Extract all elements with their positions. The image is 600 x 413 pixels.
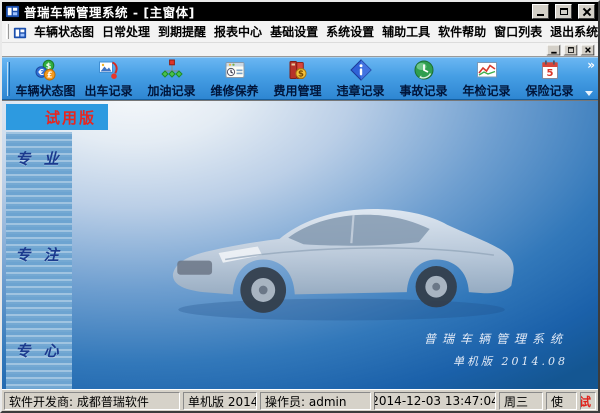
maximize-icon	[560, 8, 568, 15]
status-developer: 软件开发商: 成都普瑞软件	[4, 392, 180, 410]
status-datetime: 2014-12-03 13:47:04	[374, 392, 496, 410]
tool-label: 年检记录	[462, 82, 510, 99]
app-logo-icon	[5, 4, 20, 19]
tool-accident-record[interactable]: 事故记录	[392, 59, 455, 99]
tool-label: 费用管理	[273, 82, 321, 99]
status-bar: 软件开发商: 成都普瑞软件 单机版 2014.08 操作员: admin 201…	[2, 389, 598, 411]
mdi-restore-icon	[568, 47, 574, 53]
tool-label: 维修保养	[210, 82, 258, 99]
tool-expense-management[interactable]: $ 费用管理	[266, 59, 329, 99]
close-icon	[583, 8, 591, 16]
svg-text:$: $	[45, 61, 51, 70]
svg-text:€: €	[37, 67, 44, 76]
status-trial: 试	[580, 392, 596, 410]
calendar-icon: 5	[539, 59, 561, 81]
slogan-professional: 专 业	[6, 148, 72, 169]
watermark-text: 普瑞车辆管理系统 单机版 2014.08	[424, 330, 568, 369]
menu-app-logo-icon	[13, 25, 27, 39]
tool-label: 事故记录	[399, 82, 447, 99]
line-chart-icon	[476, 59, 498, 81]
menubar-grip[interactable]	[6, 24, 9, 39]
tool-label: 加油记录	[147, 82, 195, 99]
tool-label: 违章记录	[336, 82, 384, 99]
status-edition: 单机版 2014.08	[183, 392, 257, 410]
toolbar-grip[interactable]	[7, 62, 10, 96]
tool-label: 出车记录	[84, 82, 132, 99]
menu-exit-system[interactable]: 退出系统	[546, 21, 600, 42]
coins-icon: $€£	[35, 59, 57, 81]
toolbar-dropdown-arrow-icon[interactable]	[585, 91, 593, 96]
globe-clock-icon	[413, 59, 435, 81]
toolbar: $€£ 车辆状态图 出车记录 加油记录 维修保养 $ 费用管理 违章记录 事故记…	[2, 57, 598, 100]
mdi-minimize-icon	[551, 51, 556, 53]
toolbar-overflow-chevron[interactable]: »	[587, 59, 595, 71]
mdi-minimize-button[interactable]	[547, 44, 561, 55]
mdi-button-strip	[2, 43, 598, 57]
trial-version-badge: 试用版	[6, 104, 108, 130]
menu-system-settings[interactable]: 系统设置	[322, 21, 378, 42]
mdi-restore-button[interactable]	[564, 44, 578, 55]
app-window: 普瑞车辆管理系统 - [主窗体] 车辆状态图 日常处理 到期提醒 报表中心 基础…	[0, 0, 600, 413]
car-image	[162, 179, 532, 331]
flowchart-icon	[161, 59, 183, 81]
slogan-focused: 专 注	[6, 244, 72, 265]
svg-text:$: $	[298, 69, 304, 79]
close-button[interactable]	[578, 4, 595, 19]
watermark-line1: 普瑞车辆管理系统	[424, 330, 568, 347]
status-operator: 操作员: admin	[260, 392, 371, 410]
status-weekday: 周三	[499, 392, 543, 410]
tool-vehicle-status[interactable]: $€£ 车辆状态图	[14, 59, 77, 99]
status-extra: 使	[546, 392, 577, 410]
mdi-close-button[interactable]	[581, 44, 595, 55]
window-title: 普瑞车辆管理系统 - [主窗体]	[24, 2, 526, 21]
tool-refuel-record[interactable]: 加油记录	[140, 59, 203, 99]
slogan-dedicated: 专 心	[6, 340, 72, 361]
minimize-button[interactable]	[532, 4, 549, 19]
tool-label: 车辆状态图	[15, 82, 75, 99]
svg-text:£: £	[46, 70, 52, 79]
tool-insurance-record[interactable]: 5 保险记录	[518, 59, 581, 99]
minimize-icon	[537, 14, 544, 16]
menu-vehicle-status[interactable]: 车辆状态图	[30, 21, 98, 42]
tool-maintenance[interactable]: 维修保养	[203, 59, 266, 99]
tool-violation-record[interactable]: 违章记录	[329, 59, 392, 99]
main-workspace: 试用版 专 业 专 注 专 心	[2, 100, 598, 389]
menu-expiry-reminder[interactable]: 到期提醒	[154, 21, 210, 42]
tool-label: 保险记录	[525, 82, 573, 99]
menu-window-list[interactable]: 窗口列表	[490, 21, 546, 42]
menu-aux-tools[interactable]: 辅助工具	[378, 21, 434, 42]
tool-departure-record[interactable]: 出车记录	[77, 59, 140, 99]
menu-software-help[interactable]: 软件帮助	[434, 21, 490, 42]
mdi-close-icon	[585, 47, 590, 52]
slogan-sidebar: 专 业 专 注 专 心	[6, 132, 72, 389]
checklist-clock-icon	[224, 59, 246, 81]
title-bar: 普瑞车辆管理系统 - [主窗体]	[2, 2, 598, 21]
svg-text:5: 5	[546, 67, 553, 78]
tool-inspection-record[interactable]: 年检记录	[455, 59, 518, 99]
menu-bar: 车辆状态图 日常处理 到期提醒 报表中心 基础设置 系统设置 辅助工具 软件帮助…	[2, 21, 598, 43]
menu-daily-process[interactable]: 日常处理	[98, 21, 154, 42]
info-diamond-icon	[350, 59, 372, 81]
watermark-line2: 单机版 2014.08	[424, 353, 568, 369]
books-dollar-icon: $	[287, 59, 309, 81]
maximize-button[interactable]	[555, 4, 572, 19]
menu-report-center[interactable]: 报表中心	[210, 21, 266, 42]
menu-basic-settings[interactable]: 基础设置	[266, 21, 322, 42]
photo-arrow-icon	[98, 59, 120, 81]
